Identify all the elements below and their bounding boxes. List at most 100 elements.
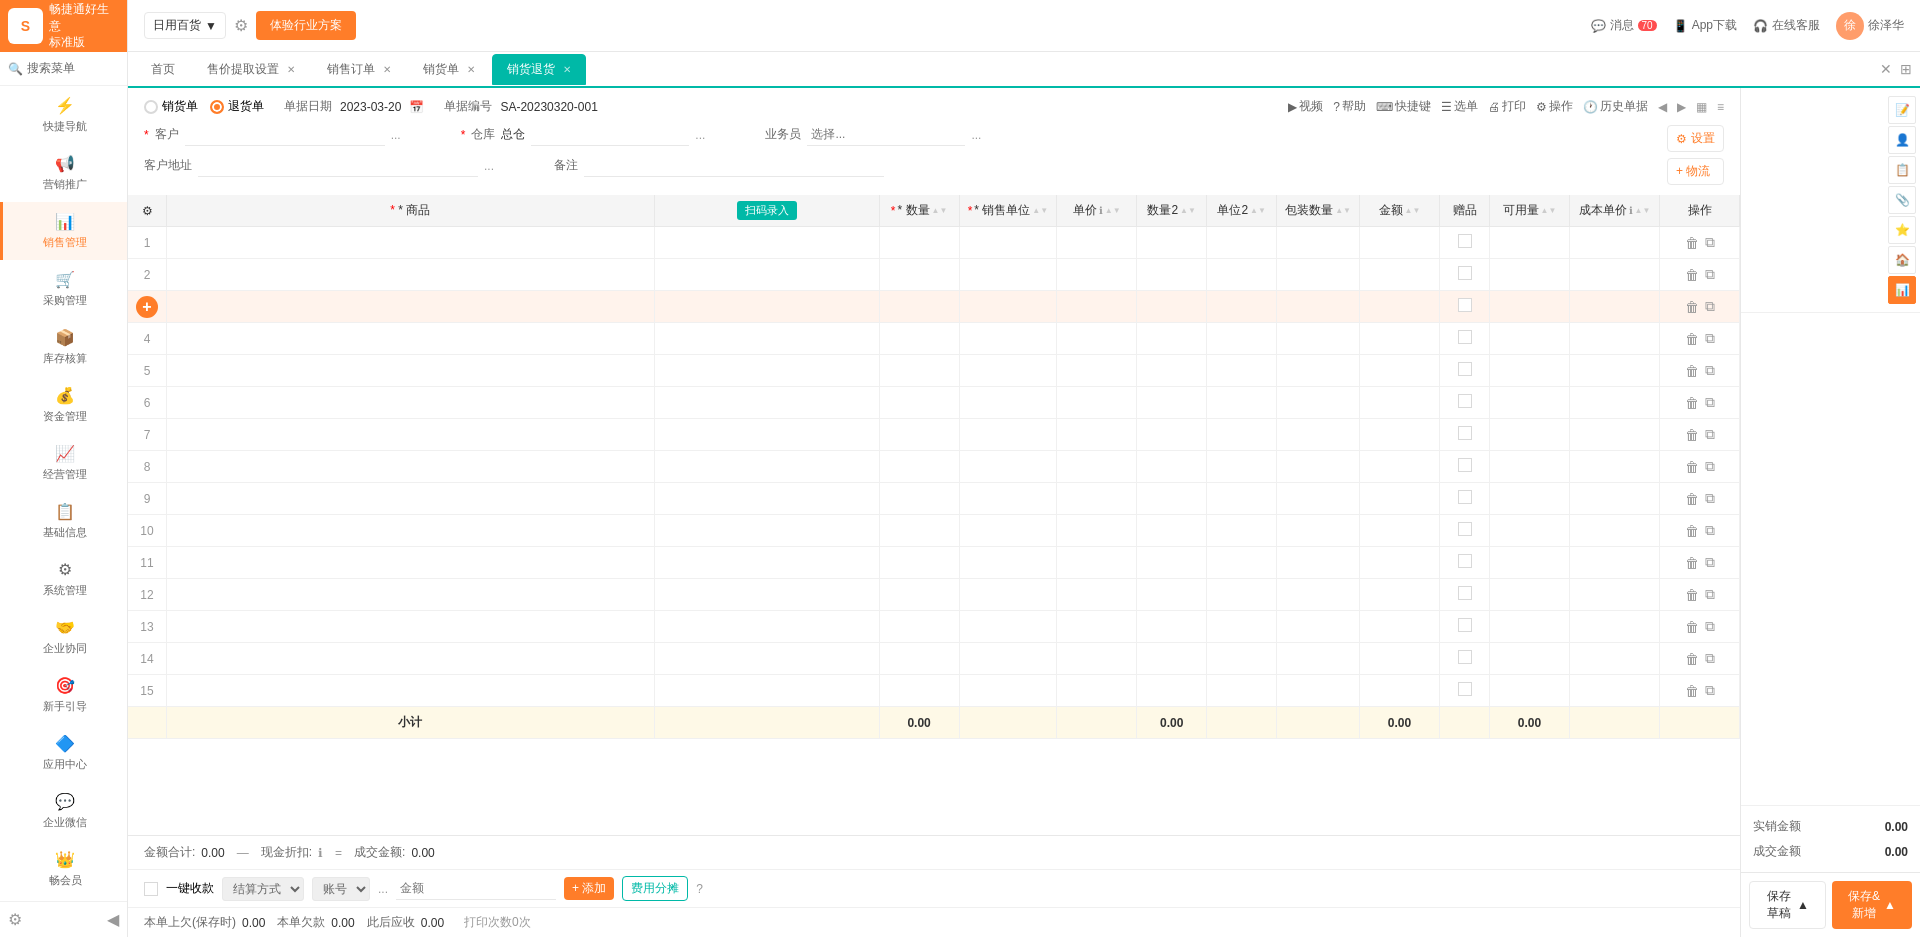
cell-unit2-15[interactable] (1207, 675, 1277, 707)
sidebar-item-wechat[interactable]: 💬 企业微信 (0, 782, 127, 840)
radio-sale[interactable]: 销货单 (144, 98, 198, 115)
cell-amount-5[interactable] (1360, 355, 1440, 387)
cell-unit2-6[interactable] (1207, 387, 1277, 419)
copy-row-btn-4[interactable]: ⧉ (1705, 330, 1715, 347)
cell-qty2-4[interactable] (1137, 323, 1207, 355)
copy-row-btn-9[interactable]: ⧉ (1705, 490, 1715, 507)
table-settings-icon[interactable]: ⚙ (142, 204, 153, 218)
float-btn-2[interactable]: 👤 (1888, 126, 1916, 154)
cell-qty2-12[interactable] (1137, 579, 1207, 611)
cell-qty-9[interactable] (879, 483, 959, 515)
one-click-pay-checkbox[interactable] (144, 882, 158, 896)
cell-price-5[interactable] (1057, 355, 1137, 387)
cell-price-4[interactable] (1057, 323, 1137, 355)
tab-close-price-setting[interactable]: ✕ (287, 64, 295, 75)
cell-unit-7[interactable] (959, 419, 1057, 451)
copy-row-btn-11[interactable]: ⧉ (1705, 554, 1715, 571)
topbar-settings-icon[interactable]: ⚙ (234, 16, 248, 35)
cell-unit-10[interactable] (959, 515, 1057, 547)
cell-unit2-4[interactable] (1207, 323, 1277, 355)
tab-close-sales-delivery[interactable]: ✕ (467, 64, 475, 75)
cell-price-1[interactable] (1057, 227, 1137, 259)
history-btn[interactable]: 🕐 历史单据 (1583, 98, 1648, 115)
help-btn[interactable]: ? 帮助 (1333, 98, 1366, 115)
sidebar-item-basic[interactable]: 📋 基础信息 (0, 492, 127, 550)
cell-qty-2[interactable] (879, 259, 959, 291)
cell-pack-15[interactable] (1277, 675, 1360, 707)
cell-avail-14[interactable] (1490, 643, 1570, 675)
message-btn[interactable]: 💬 消息 70 (1591, 17, 1657, 34)
cell-cost-8[interactable] (1570, 451, 1660, 483)
cell-unit2-2[interactable] (1207, 259, 1277, 291)
cell-price-2[interactable] (1057, 259, 1137, 291)
cell-cost-3[interactable] (1570, 291, 1660, 323)
cell-qty-4[interactable] (879, 323, 959, 355)
cell-unit2-1[interactable] (1207, 227, 1277, 259)
search-menu[interactable]: 🔍 搜索菜单 (0, 52, 127, 86)
cell-unit-9[interactable] (959, 483, 1057, 515)
barcode-btn[interactable]: 扫码录入 (737, 201, 797, 220)
nav-prev-btn[interactable]: ◀ (1658, 100, 1667, 114)
delete-row-btn-1[interactable]: 🗑 (1685, 235, 1699, 251)
delete-row-btn-2[interactable]: 🗑 (1685, 267, 1699, 283)
copy-row-btn-1[interactable]: ⧉ (1705, 234, 1715, 251)
gift-checkbox-4[interactable] (1458, 330, 1472, 344)
cell-qty-6[interactable] (879, 387, 959, 419)
delete-row-btn-12[interactable]: 🗑 (1685, 587, 1699, 603)
cell-pack-11[interactable] (1277, 547, 1360, 579)
float-btn-7[interactable]: 📊 (1888, 276, 1916, 304)
cell-cost-9[interactable] (1570, 483, 1660, 515)
th-settings[interactable]: ⚙ (128, 195, 167, 227)
cell-qty2-5[interactable] (1137, 355, 1207, 387)
cell-goods-6[interactable] (167, 387, 655, 419)
cell-gift-14[interactable] (1440, 643, 1490, 675)
customer-input[interactable] (185, 123, 385, 146)
gift-checkbox-15[interactable] (1458, 682, 1472, 696)
delete-row-btn-10[interactable]: 🗑 (1685, 523, 1699, 539)
tab-price-setting[interactable]: 售价提取设置 ✕ (192, 54, 310, 85)
delete-row-btn-6[interactable]: 🗑 (1685, 395, 1699, 411)
copy-row-btn-10[interactable]: ⧉ (1705, 522, 1715, 539)
cell-pack-13[interactable] (1277, 611, 1360, 643)
cell-unit2-13[interactable] (1207, 611, 1277, 643)
copy-row-btn-6[interactable]: ⧉ (1705, 394, 1715, 411)
cell-cost-1[interactable] (1570, 227, 1660, 259)
customer-select-btn[interactable]: ... (391, 128, 401, 142)
cell-goods-7[interactable] (167, 419, 655, 451)
cell-avail-1[interactable] (1490, 227, 1570, 259)
settings-bottom-btn[interactable]: ⚙ (8, 910, 22, 929)
cell-avail-5[interactable] (1490, 355, 1570, 387)
tab-sales-order[interactable]: 销售订单 ✕ (312, 54, 406, 85)
cell-price-13[interactable] (1057, 611, 1137, 643)
cell-goods-11[interactable] (167, 547, 655, 579)
cell-pack-6[interactable] (1277, 387, 1360, 419)
tab-menu-btn[interactable]: ⊞ (1900, 61, 1912, 77)
close-all-tabs-btn[interactable]: ✕ (1880, 61, 1892, 77)
float-btn-5[interactable]: ⭐ (1888, 216, 1916, 244)
cell-qty-12[interactable] (879, 579, 959, 611)
cell-unit2-11[interactable] (1207, 547, 1277, 579)
delete-row-btn-11[interactable]: 🗑 (1685, 555, 1699, 571)
delete-row-btn-9[interactable]: 🗑 (1685, 491, 1699, 507)
copy-row-btn-8[interactable]: ⧉ (1705, 458, 1715, 475)
collapse-btn[interactable]: ◀ (107, 910, 119, 929)
warehouse-select-btn[interactable]: ... (695, 128, 705, 142)
cell-qty2-15[interactable] (1137, 675, 1207, 707)
cell-amount-4[interactable] (1360, 323, 1440, 355)
cell-unit-14[interactable] (959, 643, 1057, 675)
cell-amount-10[interactable] (1360, 515, 1440, 547)
cell-qty2-9[interactable] (1137, 483, 1207, 515)
cell-avail-7[interactable] (1490, 419, 1570, 451)
experience-btn[interactable]: 体验行业方案 (256, 11, 356, 40)
remark-input[interactable] (584, 154, 884, 177)
add-expense-btn[interactable]: + 添加 (564, 877, 614, 900)
sidebar-item-marketing[interactable]: 📢 营销推广 (0, 144, 127, 202)
cell-unit2-5[interactable] (1207, 355, 1277, 387)
cell-qty2-14[interactable] (1137, 643, 1207, 675)
cell-pack-5[interactable] (1277, 355, 1360, 387)
float-btn-3[interactable]: 📋 (1888, 156, 1916, 184)
nav-next-btn[interactable]: ▶ (1677, 100, 1686, 114)
view-grid-btn[interactable]: ▦ (1696, 100, 1707, 114)
goods-input-3[interactable] (175, 300, 646, 314)
cell-qty2-2[interactable] (1137, 259, 1207, 291)
